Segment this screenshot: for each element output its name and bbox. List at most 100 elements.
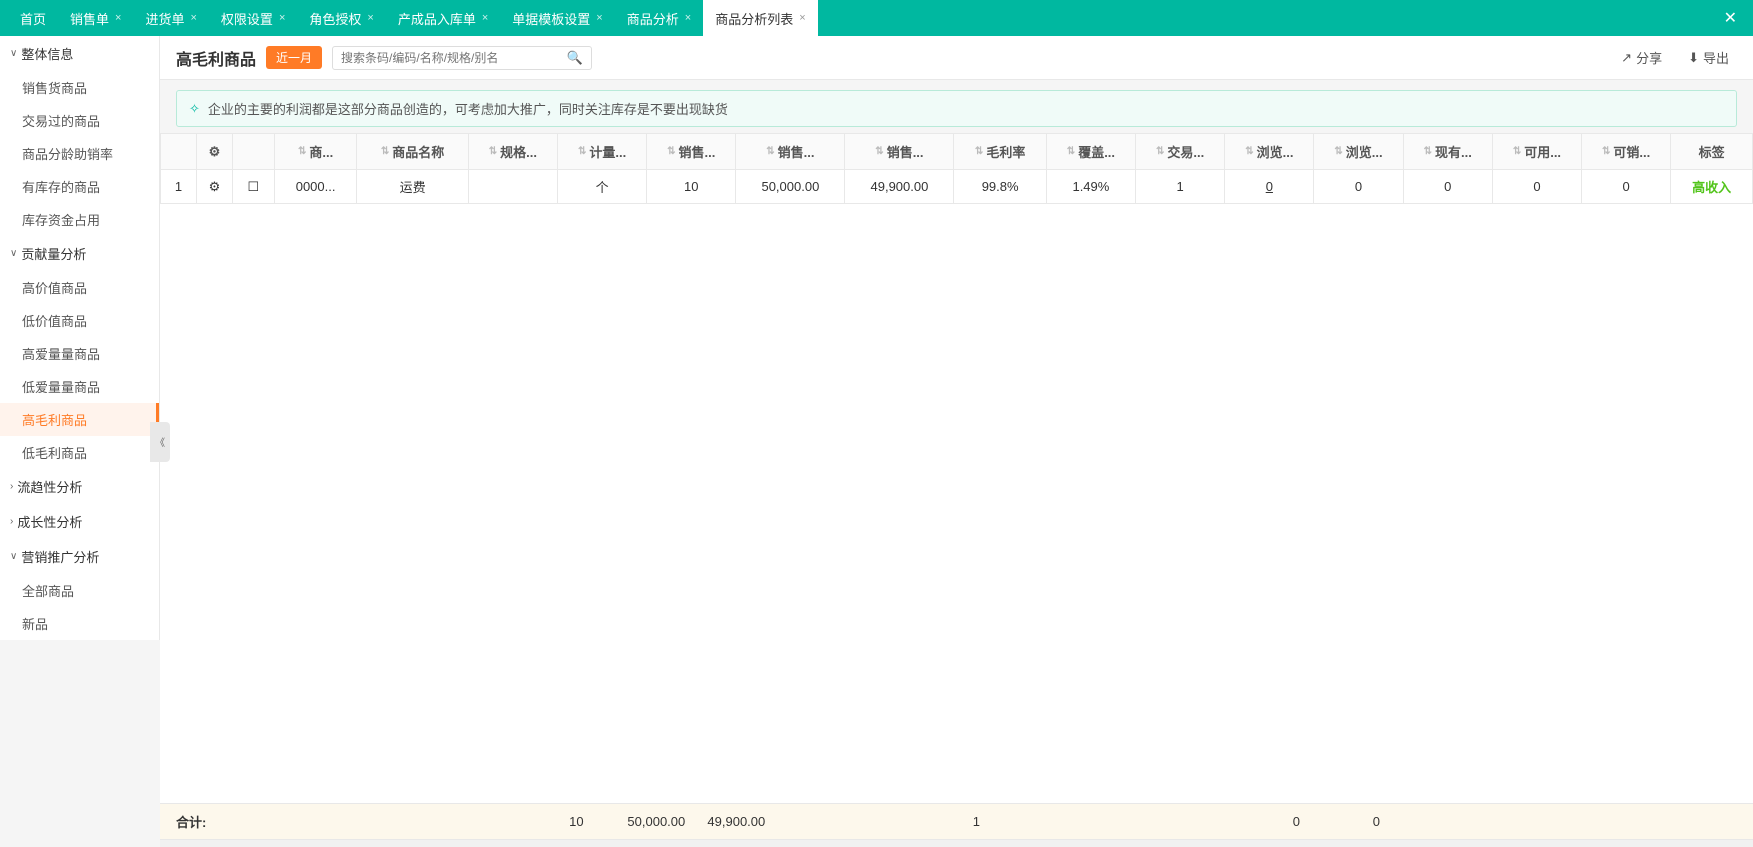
sidebar-item-商品分龄助销率[interactable]: 商品分龄助销率: [0, 137, 159, 170]
sidebar-item-全部商品[interactable]: 全部商品: [0, 574, 159, 607]
sidebar-item-低价值商品[interactable]: 低价值商品: [0, 304, 159, 337]
page-title: 高毛利商品: [176, 46, 256, 70]
col-name[interactable]: ⇅商品名称: [357, 134, 468, 170]
sort-icon: ⇅: [1513, 146, 1521, 157]
share-icon: ↗: [1621, 50, 1632, 66]
sort-icon: ⇅: [298, 146, 306, 157]
col-checkbox: [233, 134, 275, 170]
footer-sales-amt: 50,000.00: [616, 814, 696, 829]
nav-item-产成品入库单[interactable]: 产成品入库单×: [386, 0, 500, 36]
sidebar-section-营销推广分析[interactable]: ∨营销推广分析: [0, 539, 159, 574]
cell-gross_rate: 99.8%: [954, 170, 1046, 204]
sidebar-section-流趋性分析[interactable]: ›流趋性分析: [0, 469, 159, 504]
tip-icon: ✧: [189, 101, 200, 117]
cell-settings_val: ⚙: [197, 170, 233, 204]
footer-totals: 合计: 10 50,000.00 49,900.00 1 0 0: [160, 803, 1753, 839]
sidebar-item-新品[interactable]: 新品: [0, 607, 159, 640]
cell-transaction: 1: [1136, 170, 1225, 204]
sidebar-item-有库存的商品[interactable]: 有库存的商品: [0, 170, 159, 203]
col-sales_amt[interactable]: ⇅销售...: [736, 134, 845, 170]
sidebar-section-整体信息[interactable]: ∨整体信息: [0, 36, 159, 71]
footer-sales-qty: 10: [536, 814, 616, 829]
col-code[interactable]: ⇅商...: [274, 134, 357, 170]
cell-coverage: 1.49%: [1046, 170, 1135, 204]
footer-transaction: 1: [936, 814, 1016, 829]
sidebar-item-高价值商品[interactable]: 高价值商品: [0, 271, 159, 304]
sidebar-item-低爱量量商品[interactable]: 低爱量量商品: [0, 370, 159, 403]
sort-icon: ⇅: [1067, 146, 1075, 157]
section-arrow-icon: ›: [10, 516, 13, 527]
export-icon: ⬇: [1688, 50, 1699, 66]
col-browse1[interactable]: ⇅浏览...: [1225, 134, 1314, 170]
sidebar: ∨整体信息销售货商品交易过的商品商品分龄助销率有库存的商品库存资金占用∨贡献量分…: [0, 36, 160, 640]
export-button[interactable]: ⬇ 导出: [1680, 44, 1737, 71]
search-input[interactable]: [341, 51, 567, 65]
share-button[interactable]: ↗ 分享: [1613, 44, 1670, 71]
cell-code: 0000...: [274, 170, 357, 204]
cell-current_stock: 0: [1403, 170, 1492, 204]
tip-text: 企业的主要的利润都是这部分商品创造的，可考虑加大推广，同时关注库存是不要出现缺货: [208, 99, 728, 118]
col-transaction[interactable]: ⇅交易...: [1136, 134, 1225, 170]
cell-name: 运费: [357, 170, 468, 204]
cell-spec: [468, 170, 557, 204]
search-icon[interactable]: 🔍: [567, 50, 583, 66]
col-sellable[interactable]: ⇅可销...: [1582, 134, 1671, 170]
col-tag: 标签: [1671, 134, 1753, 170]
nav-item-商品分析列表[interactable]: 商品分析列表×: [703, 0, 817, 36]
col-sales_qty[interactable]: ⇅销售...: [647, 134, 736, 170]
col-settings: ⚙: [197, 134, 233, 170]
nav-item-角色授权[interactable]: 角色授权×: [297, 0, 385, 36]
sort-icon: ⇅: [667, 146, 675, 157]
nav-item-单据模板设置[interactable]: 单据模板设置×: [500, 0, 614, 36]
data-table-wrapper: ⚙⇅商...⇅商品名称⇅规格...⇅计量...⇅销售...⇅销售...⇅销售..…: [160, 133, 1753, 803]
cell-browse1[interactable]: 0: [1225, 170, 1314, 204]
nav-close-icon[interactable]: ×: [685, 12, 691, 24]
col-unit[interactable]: ⇅计量...: [557, 134, 646, 170]
filter-recent-month-button[interactable]: 近一月: [266, 46, 322, 69]
nav-close-icon[interactable]: ×: [190, 12, 196, 24]
sidebar-section-成长性分析[interactable]: ›成长性分析: [0, 504, 159, 539]
col-available[interactable]: ⇅可用...: [1492, 134, 1581, 170]
nav-close-icon[interactable]: ×: [596, 12, 602, 24]
sort-icon: ⇅: [1424, 146, 1432, 157]
nav-item-进货单[interactable]: 进货单×: [133, 0, 208, 36]
sidebar-item-交易过的商品[interactable]: 交易过的商品: [0, 104, 159, 137]
sort-icon: ⇅: [489, 146, 497, 157]
nav-close-icon[interactable]: ×: [482, 12, 488, 24]
sidebar-item-销售货商品[interactable]: 销售货商品: [0, 71, 159, 104]
nav-close-icon[interactable]: ×: [367, 12, 373, 24]
sidebar-collapse-button[interactable]: 《: [150, 422, 170, 462]
footer-sales-cost: 49,900.00: [696, 814, 776, 829]
sort-icon: ⇅: [381, 146, 389, 157]
nav-item-首页[interactable]: 首页: [8, 0, 58, 36]
window-close-button[interactable]: ✕: [1716, 8, 1745, 28]
nav-item-销售单[interactable]: 销售单×: [58, 0, 133, 36]
cell-unit: 个: [557, 170, 646, 204]
nav-close-icon[interactable]: ×: [279, 12, 285, 24]
col-coverage[interactable]: ⇅覆盖...: [1046, 134, 1135, 170]
col-index: [161, 134, 197, 170]
data-table: ⚙⇅商...⇅商品名称⇅规格...⇅计量...⇅销售...⇅销售...⇅销售..…: [160, 133, 1753, 204]
sidebar-item-高毛利商品[interactable]: 高毛利商品: [0, 403, 159, 436]
horizontal-scrollbar[interactable]: [160, 839, 1753, 847]
sidebar-item-低毛利商品[interactable]: 低毛利商品: [0, 436, 159, 469]
col-browse2[interactable]: ⇅浏览...: [1314, 134, 1403, 170]
nav-item-商品分析[interactable]: 商品分析×: [615, 0, 703, 36]
sidebar-section-贡献量分析[interactable]: ∨贡献量分析: [0, 236, 159, 271]
tip-bar: ✧ 企业的主要的利润都是这部分商品创造的，可考虑加大推广，同时关注库存是不要出现…: [176, 90, 1737, 127]
nav-close-icon[interactable]: ×: [115, 12, 121, 24]
sort-icon: ⇅: [578, 146, 586, 157]
cell-checkbox_val: ☐: [233, 170, 275, 204]
table-row: 1⚙☐0000...运费个1050,000.0049,900.0099.8%1.…: [161, 170, 1753, 204]
col-spec[interactable]: ⇅规格...: [468, 134, 557, 170]
sort-icon: ⇅: [975, 146, 983, 157]
sidebar-item-库存资金占用[interactable]: 库存资金占用: [0, 203, 159, 236]
sidebar-item-高爱量量商品[interactable]: 高爱量量商品: [0, 337, 159, 370]
row-number: 1: [161, 170, 197, 204]
col-sales_cost[interactable]: ⇅销售...: [845, 134, 954, 170]
col-gross_rate[interactable]: ⇅毛利率: [954, 134, 1046, 170]
nav-item-权限设置[interactable]: 权限设置×: [209, 0, 297, 36]
section-arrow-icon: ∨: [10, 248, 17, 259]
col-current_stock[interactable]: ⇅现有...: [1403, 134, 1492, 170]
nav-close-icon[interactable]: ×: [799, 12, 805, 24]
